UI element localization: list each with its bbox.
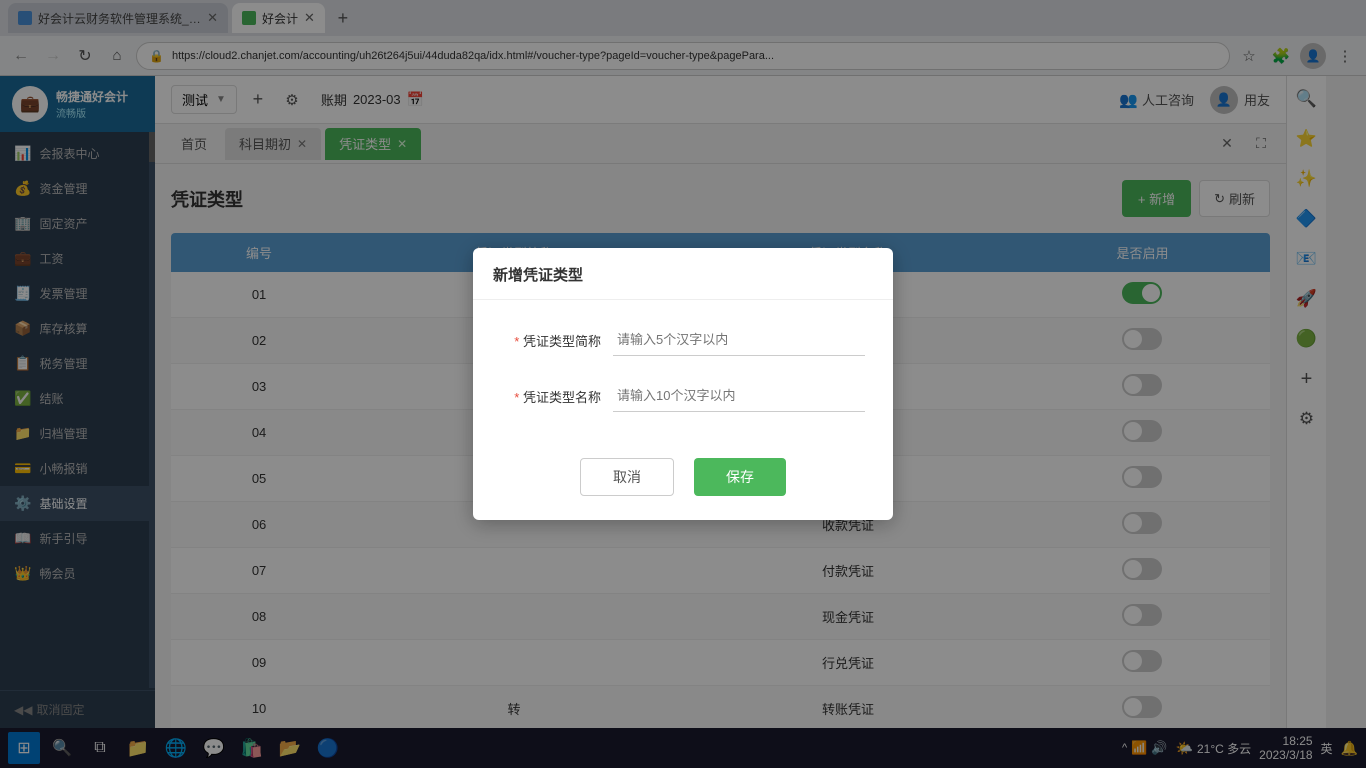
full-name-input[interactable]	[613, 380, 865, 412]
modal-header: 新增凭证类型	[473, 248, 893, 300]
modal-overlay[interactable]: 新增凭证类型 * 凭证类型简称 * 凭证类型名称 取消 保存	[0, 0, 1366, 768]
form-row-short-name: * 凭证类型简称	[501, 324, 865, 356]
short-name-input[interactable]	[613, 324, 865, 356]
modal-footer: 取消 保存	[473, 446, 893, 520]
cancel-button[interactable]: 取消	[580, 458, 674, 496]
full-name-label: * 凭证类型名称	[501, 387, 601, 406]
short-name-label: * 凭证类型简称	[501, 331, 601, 350]
modal: 新增凭证类型 * 凭证类型简称 * 凭证类型名称 取消 保存	[473, 248, 893, 520]
modal-body: * 凭证类型简称 * 凭证类型名称	[473, 300, 893, 446]
save-button[interactable]: 保存	[694, 458, 786, 496]
form-row-full-name: * 凭证类型名称	[501, 380, 865, 412]
